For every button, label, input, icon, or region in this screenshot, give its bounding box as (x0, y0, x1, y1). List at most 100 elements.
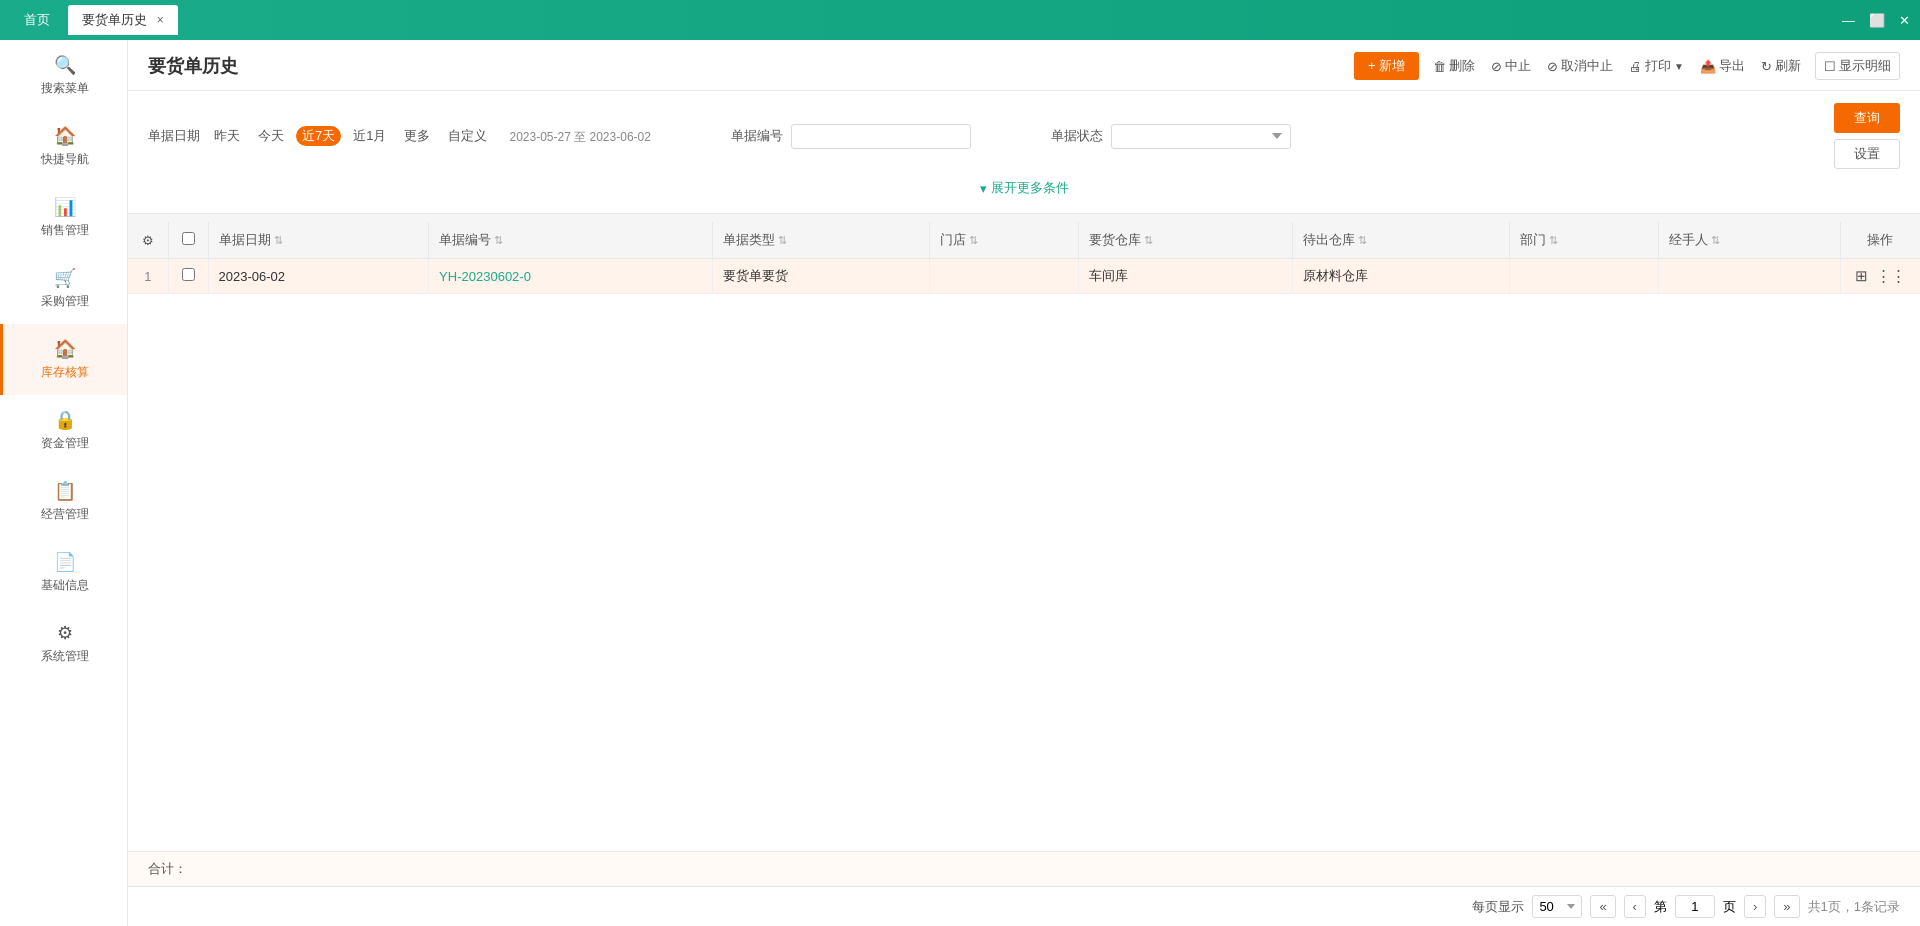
row-view-icon[interactable]: ⊞ (1855, 267, 1868, 284)
page-size-select[interactable]: 10 20 50 100 (1532, 895, 1582, 918)
data-table: ⚙ 单据日期 ⇅ 单据编号 (128, 222, 1920, 294)
req-warehouse-sort-icon[interactable]: ⇅ (1144, 234, 1153, 247)
tab-history-close[interactable]: × (157, 13, 164, 27)
sidebar-item-purchase-label: 采购管理 (41, 293, 89, 310)
cancel-stop-button[interactable]: ⊘ 取消中止 (1545, 53, 1615, 79)
operation-icon: 📋 (54, 480, 76, 502)
window-minimize-btn[interactable]: — (1842, 13, 1855, 28)
first-page-btn[interactable]: « (1590, 895, 1615, 918)
page-header: 要货单历史 + 新增 🗑 删除 ⊘ 中止 ⊘ 取消中止 (128, 40, 1920, 91)
tab-history[interactable]: 要货单历史 × (68, 5, 178, 35)
tab-home[interactable]: 首页 (10, 5, 64, 35)
select-all-checkbox[interactable] (182, 232, 195, 245)
stop-label: 中止 (1505, 57, 1531, 75)
delete-icon: 🗑 (1433, 59, 1446, 74)
page-unit-label: 页 (1723, 898, 1736, 916)
sidebar-item-inventory[interactable]: 🏠 库存核算 (0, 324, 127, 395)
shortcut-1month[interactable]: 近1月 (347, 126, 392, 146)
sidebar-item-basic[interactable]: 📄 基础信息 (0, 537, 127, 608)
shortcut-7days[interactable]: 近7天 (296, 126, 341, 146)
stop-button[interactable]: ⊘ 中止 (1489, 53, 1533, 79)
page-input-label: 第 (1654, 898, 1667, 916)
row-type: 要货单要货 (713, 259, 930, 294)
page-number-input[interactable] (1675, 895, 1715, 918)
number-sort-icon[interactable]: ⇅ (494, 234, 503, 247)
print-button[interactable]: 🖨 打印 ▼ (1627, 53, 1686, 79)
handler-sort-icon[interactable]: ⇅ (1711, 234, 1720, 247)
table-header: ⚙ 单据日期 ⇅ 单据编号 (128, 222, 1920, 259)
pending-sort-icon[interactable]: ⇅ (1358, 234, 1367, 247)
row-store (930, 259, 1079, 294)
display-label: 显示明细 (1839, 57, 1891, 75)
query-button[interactable]: 查询 (1834, 103, 1900, 133)
th-date: 单据日期 ⇅ (208, 222, 429, 259)
table-area: ⚙ 单据日期 ⇅ 单据编号 (128, 222, 1920, 851)
sidebar-item-sales[interactable]: 📊 销售管理 (0, 182, 127, 253)
sidebar-item-operation[interactable]: 📋 经营管理 (0, 466, 127, 537)
export-label: 导出 (1719, 57, 1745, 75)
row-num: 1 (128, 259, 168, 294)
expand-more-button[interactable]: ▾ 展开更多条件 (980, 179, 1069, 197)
footer-summary: 合计： (128, 851, 1920, 886)
th-store: 门店 ⇅ (930, 222, 1079, 259)
table-body: 1 2023-06-02 YH-20230602-0 要货单要货 车间库 原材料… (128, 259, 1920, 294)
type-sort-icon[interactable]: ⇅ (778, 234, 787, 247)
th-settings[interactable]: ⚙ (128, 222, 168, 259)
th-req-warehouse-label: 要货仓库 (1089, 231, 1141, 249)
th-store-label: 门店 (940, 231, 966, 249)
inventory-icon: 🏠 (54, 338, 76, 360)
last-page-btn[interactable]: » (1774, 895, 1799, 918)
store-sort-icon[interactable]: ⇅ (969, 234, 978, 247)
window-close-btn[interactable]: ✕ (1899, 13, 1910, 28)
th-type-label: 单据类型 (723, 231, 775, 249)
row-date: 2023-06-02 (208, 259, 429, 294)
display-detail-button[interactable]: ☐ 显示明细 (1815, 52, 1900, 80)
dept-sort-icon[interactable]: ⇅ (1549, 234, 1558, 247)
row-number-link[interactable]: YH-20230602-0 (439, 269, 531, 284)
row-req-warehouse: 车间库 (1079, 259, 1293, 294)
search-icon: 🔍 (54, 54, 76, 76)
shortcut-yesterday[interactable]: 昨天 (208, 126, 246, 146)
doc-number-input[interactable] (791, 124, 971, 149)
next-page-btn[interactable]: › (1744, 895, 1766, 918)
expand-icon: ▾ (980, 181, 987, 196)
sidebar-item-basic-label: 基础信息 (41, 577, 89, 594)
sidebar-item-inventory-label: 库存核算 (41, 364, 89, 381)
th-action: 操作 (1840, 222, 1920, 259)
page-size-label: 每页显示 (1472, 898, 1524, 916)
row-checkbox[interactable] (182, 268, 195, 281)
sidebar-item-system[interactable]: ⚙ 系统管理 (0, 608, 127, 679)
shortcut-custom[interactable]: 自定义 (442, 126, 493, 146)
sidebar-item-finance-label: 资金管理 (41, 435, 89, 452)
th-number-label: 单据编号 (439, 231, 491, 249)
settings-button[interactable]: 设置 (1834, 139, 1900, 169)
refresh-button[interactable]: ↻ 刷新 (1759, 53, 1803, 79)
status-select[interactable] (1111, 124, 1291, 149)
row-number: YH-20230602-0 (429, 259, 713, 294)
filter-row-1: 单据日期 昨天 今天 近7天 近1月 更多 自定义 2023-05-27 至 2… (148, 103, 1900, 169)
sidebar-item-purchase[interactable]: 🛒 采购管理 (0, 253, 127, 324)
doc-number-filter-group: 单据编号 (731, 124, 971, 149)
main-layout: 🔍 搜索菜单 🏠 快捷导航 📊 销售管理 🛒 采购管理 🏠 库存核算 🔒 资金管… (0, 40, 1920, 926)
print-label: 打印 (1645, 57, 1671, 75)
row-more-icon[interactable]: ⋮⋮ (1876, 267, 1906, 284)
filter-area: 单据日期 昨天 今天 近7天 近1月 更多 自定义 2023-05-27 至 2… (128, 91, 1920, 214)
prev-page-btn[interactable]: ‹ (1624, 895, 1646, 918)
sidebar-item-search[interactable]: 🔍 搜索菜单 (0, 40, 127, 111)
window-restore-btn[interactable]: ⬜ (1869, 13, 1885, 28)
th-department: 部门 ⇅ (1510, 222, 1659, 259)
sidebar-item-system-label: 系统管理 (41, 648, 89, 665)
export-button[interactable]: 📤 导出 (1698, 53, 1747, 79)
sidebar-item-finance[interactable]: 🔒 资金管理 (0, 395, 127, 466)
sidebar-item-nav[interactable]: 🏠 快捷导航 (0, 111, 127, 182)
date-sort-icon[interactable]: ⇅ (274, 234, 283, 247)
delete-button[interactable]: 🗑 删除 (1431, 53, 1477, 79)
sidebar-item-operation-label: 经营管理 (41, 506, 89, 523)
th-number: 单据编号 ⇅ (429, 222, 713, 259)
refresh-icon: ↻ (1761, 59, 1772, 74)
new-button[interactable]: + 新增 (1354, 52, 1419, 80)
row-actions: ⊞ ⋮⋮ (1840, 259, 1920, 294)
shortcut-today[interactable]: 今天 (252, 126, 290, 146)
row-checkbox-cell (168, 259, 208, 294)
shortcut-more[interactable]: 更多 (398, 126, 436, 146)
